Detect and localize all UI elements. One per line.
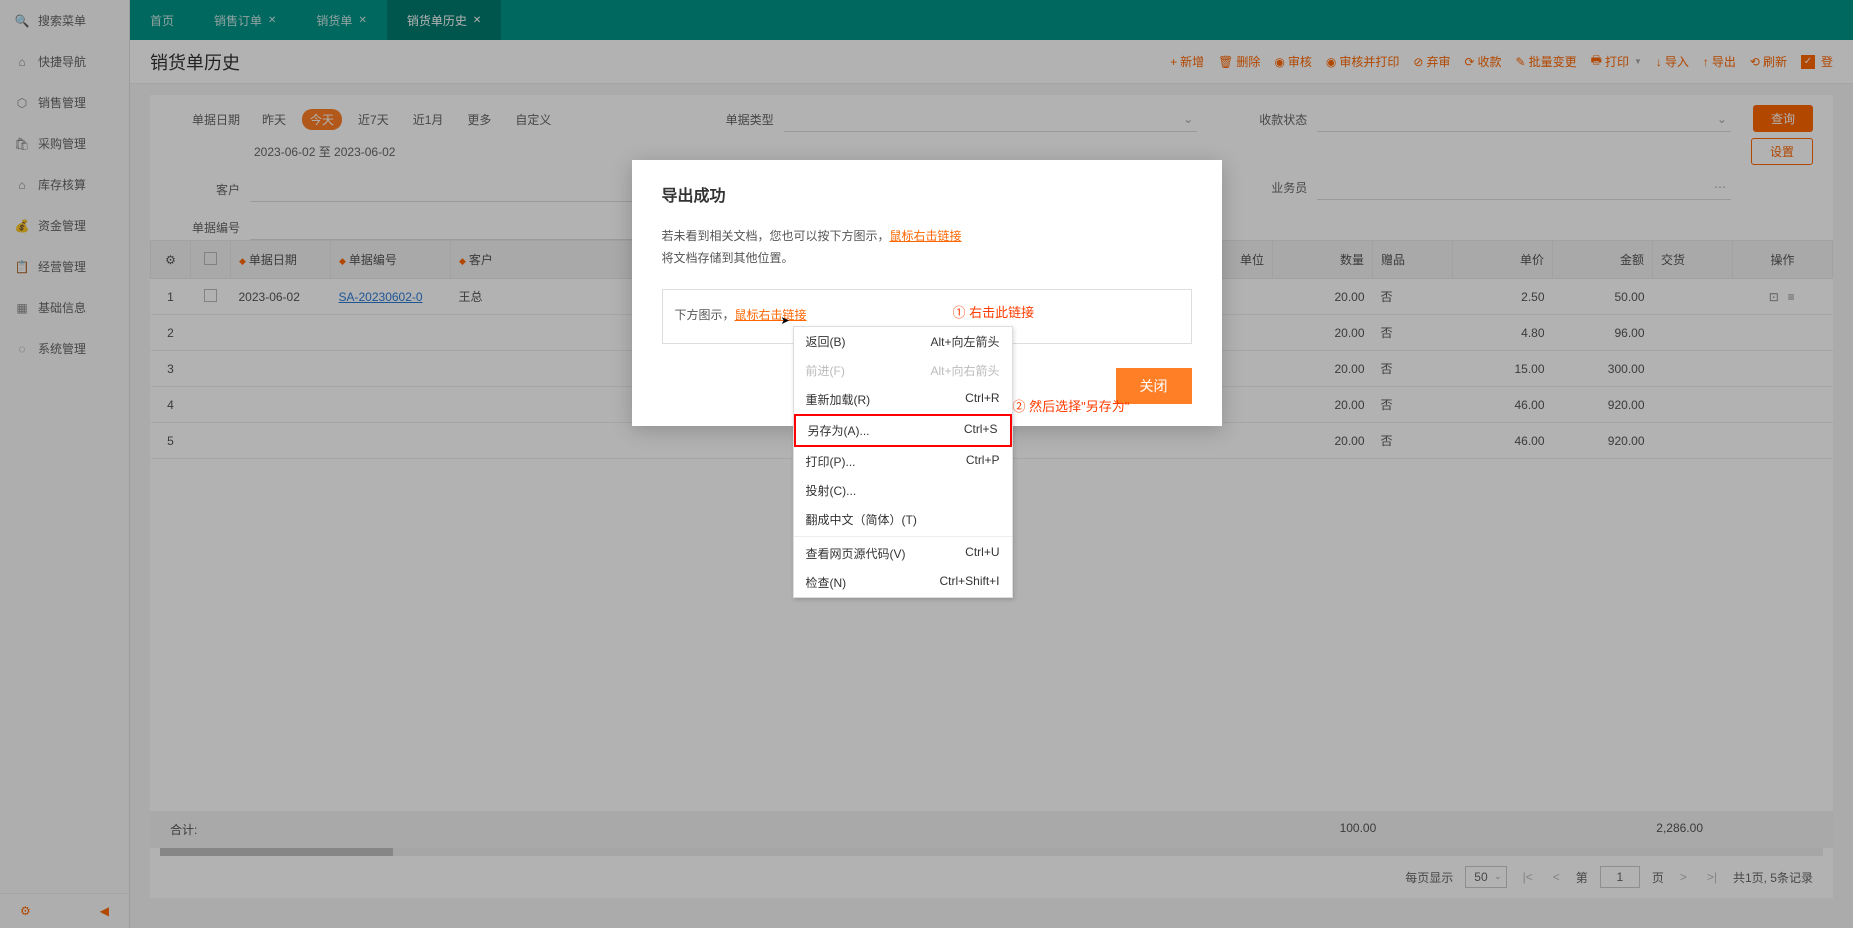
- modal-description: 若未看到相关文档，您也可以按下方图示，鼠标右击链接 将文档存储到其他位置。: [662, 226, 1192, 269]
- export-success-modal: 导出成功 若未看到相关文档，您也可以按下方图示，鼠标右击链接 将文档存储到其他位…: [632, 160, 1222, 426]
- annotation-1: ① 右击此链接: [953, 302, 1035, 321]
- context-menu-example: 返回(B)Alt+向左箭头前进(F)Alt+向右箭头重新加载(R)Ctrl+R另…: [793, 326, 1013, 598]
- annotation-2: ② 然后选择"另存为": [1013, 396, 1130, 415]
- ctx-item: 翻成中文（简体）(T): [794, 505, 1012, 534]
- instruction-image: 下方图示，鼠标右击链接 ➤ ① 右击此链接 ② 然后选择"另存为" 返回(B)A…: [662, 289, 1192, 344]
- ctx-item: 另存为(A)...Ctrl+S: [794, 414, 1012, 447]
- ctx-item: 投射(C)...: [794, 476, 1012, 505]
- ctx-item: 查看网页源代码(V)Ctrl+U: [794, 539, 1012, 568]
- ctx-item: 重新加载(R)Ctrl+R: [794, 385, 1012, 414]
- ctx-item: 返回(B)Alt+向左箭头: [794, 327, 1012, 356]
- right-click-link[interactable]: 鼠标右击链接: [890, 229, 962, 243]
- ctx-item: 打印(P)...Ctrl+P: [794, 447, 1012, 476]
- ctx-item: 前进(F)Alt+向右箭头: [794, 356, 1012, 385]
- modal-title: 导出成功: [662, 182, 1192, 206]
- ctx-item: 检查(N)Ctrl+Shift+I: [794, 568, 1012, 597]
- cursor-icon: ➤: [781, 314, 790, 327]
